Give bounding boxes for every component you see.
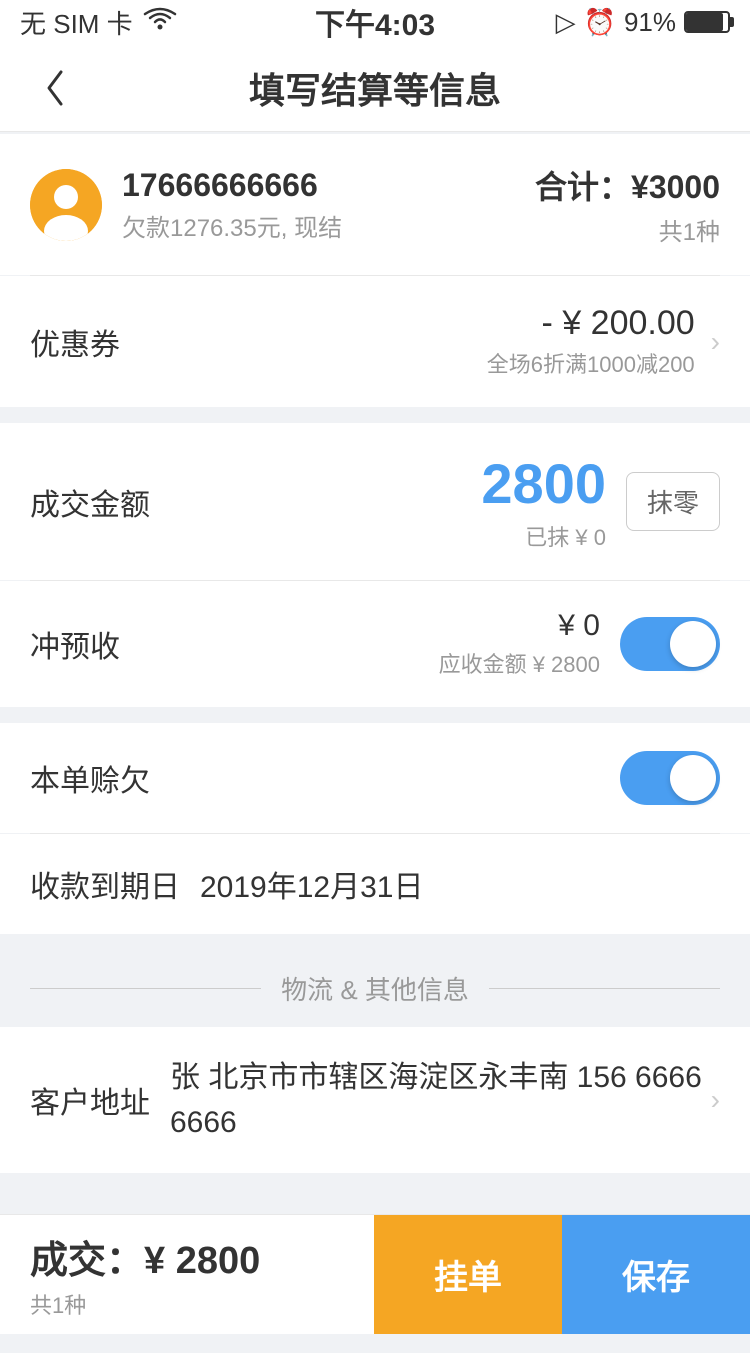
back-button[interactable] [30, 63, 80, 113]
coupon-right: - ¥ 200.00 全场6折满1000减200 › [487, 304, 720, 379]
due-date-value: 2019年12月31日 [200, 862, 423, 906]
due-date-label: 收款到期日 [30, 862, 180, 906]
logistics-section-title: 物流 & 其他信息 [281, 970, 469, 1007]
coupon-chevron-icon: › [711, 326, 720, 358]
divider-4 [0, 707, 750, 723]
carrier-text: 无 SIM 卡 [20, 4, 133, 41]
bottom-deal-label: 成交： [30, 1240, 144, 1282]
pre-collect-amount: ¥ 0 [439, 609, 600, 643]
due-date-row: 收款到期日 2019年12月31日 [0, 834, 750, 934]
header: 填写结算等信息 [0, 44, 750, 132]
arrears-toggle[interactable] [620, 751, 720, 805]
deal-amount-row: 成交金额 2800 已抹 ¥ 0 抹零 [0, 423, 750, 580]
pre-collect-right: ¥ 0 应收金额 ¥ 2800 [439, 609, 720, 679]
address-chevron-icon: › [711, 1084, 720, 1116]
user-info-card: 17666666666 欠款1276.35元, 现结 合计：¥3000 共1种 [0, 134, 750, 275]
bottom-summary: 成交：¥ 2800 共1种 [0, 1229, 374, 1320]
address-chevron: › [711, 1084, 720, 1116]
total-label: 合计：¥3000 [535, 162, 720, 208]
bottom-bar: 成交：¥ 2800 共1种 挂单 保存 [0, 1214, 750, 1334]
bottom-deal-info: 成交：¥ 2800 [30, 1229, 344, 1284]
divider-2 [0, 407, 750, 423]
pre-collect-sub: 应收金额 ¥ 2800 [439, 647, 600, 679]
hang-single-button[interactable]: 挂单 [374, 1215, 562, 1334]
user-info: 17666666666 欠款1276.35元, 现结 [122, 167, 342, 243]
deal-amount-container: 2800 已抹 ¥ 0 [481, 451, 606, 552]
coupon-label: 优惠券 [30, 320, 120, 364]
coupon-row[interactable]: 优惠券 - ¥ 200.00 全场6折满1000减200 › [0, 276, 750, 407]
round-zero-button[interactable]: 抹零 [626, 472, 720, 531]
status-time: 下午4:03 [315, 0, 435, 44]
coupon-value: - ¥ 200.00 [487, 304, 695, 343]
user-left: 17666666666 欠款1276.35元, 现结 [30, 167, 342, 243]
user-sub-info: 欠款1276.35元, 现结 [122, 208, 342, 243]
deal-amount-right: 2800 已抹 ¥ 0 抹零 [481, 451, 720, 552]
deal-amount-sub: 已抹 ¥ 0 [481, 520, 606, 552]
arrears-row: 本单赊欠 [0, 723, 750, 833]
total-count: 共1种 [535, 212, 720, 247]
arrears-toggle-knob [670, 755, 716, 801]
deal-amount-value: 2800 [481, 451, 606, 516]
status-bar: 无 SIM 卡 下午4:03 ▷ ⏰ 91% [0, 0, 750, 44]
location-icon: ▷ [556, 7, 576, 38]
address-label: 客户地址 [30, 1078, 150, 1122]
arrears-label: 本单赊欠 [30, 756, 150, 800]
alarm-icon: ⏰ [584, 7, 616, 38]
page-title: 填写结算等信息 [80, 62, 670, 114]
status-right: ▷ ⏰ 91% [556, 7, 730, 38]
section-line-right [489, 988, 720, 989]
section-line-left [30, 988, 261, 989]
pre-collect-toggle[interactable] [620, 617, 720, 671]
bottom-count: 共1种 [30, 1288, 344, 1320]
deal-amount-label: 成交金额 [30, 480, 150, 524]
logistics-section-header: 物流 & 其他信息 [0, 950, 750, 1027]
address-value: 张 北京市市辖区海淀区永丰南 156 6666 6666 [170, 1055, 711, 1145]
coupon-value-container: - ¥ 200.00 全场6折满1000减200 [487, 304, 695, 379]
pre-collect-row: 冲预收 ¥ 0 应收金额 ¥ 2800 [0, 581, 750, 707]
battery-text: 91% [624, 7, 676, 38]
user-phone: 17666666666 [122, 167, 342, 204]
pre-collect-label: 冲预收 [30, 622, 120, 666]
bottom-deal-amount: ¥ 2800 [144, 1240, 260, 1282]
save-button[interactable]: 保存 [562, 1215, 750, 1334]
divider-6 [0, 934, 750, 950]
user-total: 合计：¥3000 共1种 [535, 162, 720, 247]
wifi-icon [143, 7, 177, 38]
status-left: 无 SIM 卡 [20, 4, 177, 41]
battery-icon [684, 11, 730, 33]
address-row[interactable]: 客户地址 张 北京市市辖区海淀区永丰南 156 6666 6666 › [0, 1027, 750, 1173]
pre-collect-amount-container: ¥ 0 应收金额 ¥ 2800 [439, 609, 600, 679]
avatar [30, 169, 102, 241]
toggle-knob [670, 621, 716, 667]
coupon-desc: 全场6折满1000减200 [487, 347, 695, 379]
